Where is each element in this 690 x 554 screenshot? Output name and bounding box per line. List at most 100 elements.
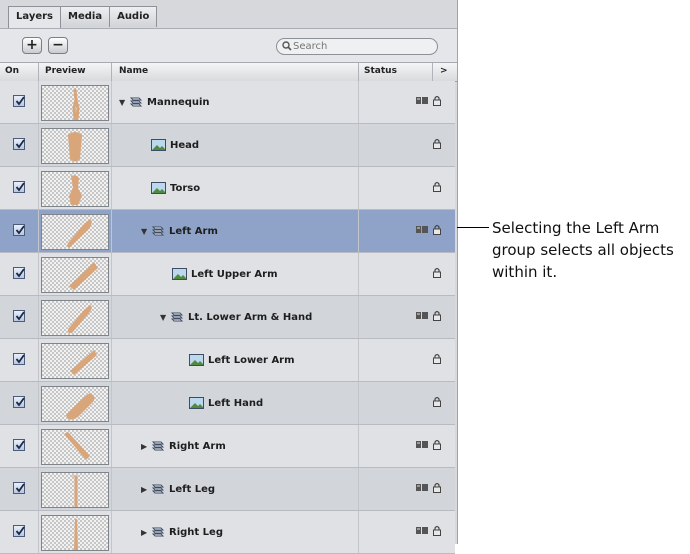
layer-name[interactable]: Left Hand — [208, 398, 263, 409]
preview-cell — [38, 124, 112, 166]
layers-panel: Layers Media Audio + − On Preview Name S… — [0, 0, 458, 554]
layer-name[interactable]: Left Lower Arm — [208, 355, 295, 366]
visibility-cell — [0, 124, 39, 166]
column-name[interactable]: Name — [119, 66, 148, 76]
magnifier-icon — [282, 41, 292, 51]
status-cell — [359, 339, 455, 381]
search-field[interactable] — [276, 38, 438, 55]
visibility-checkbox[interactable] — [13, 138, 25, 150]
checkmark-icon — [15, 397, 25, 407]
layer-stack-icon — [151, 527, 165, 537]
lock-icon[interactable] — [433, 482, 441, 493]
remove-layer-button[interactable]: − — [48, 37, 68, 54]
disclosure-closed-icon[interactable]: ▶ — [141, 485, 151, 494]
layer-name[interactable]: Right Leg — [169, 527, 223, 538]
layer-row[interactable]: ▼ Lt. Lower Arm & Hand — [0, 296, 455, 339]
lock-icon[interactable] — [433, 353, 441, 364]
checkmark-icon — [15, 440, 25, 450]
visibility-checkbox[interactable] — [13, 482, 25, 494]
preview-cell — [38, 425, 112, 467]
tab-audio[interactable]: Audio — [109, 6, 158, 27]
checkmark-icon — [15, 354, 25, 364]
lock-icon[interactable] — [433, 439, 441, 450]
layer-stack-icon — [151, 441, 165, 451]
disclosure-open-icon[interactable]: ▼ — [141, 227, 151, 236]
lock-icon[interactable] — [433, 224, 441, 235]
layer-name[interactable]: Lt. Lower Arm & Hand — [188, 312, 312, 323]
layer-name[interactable]: Right Arm — [169, 441, 226, 452]
preview-cell — [38, 339, 112, 381]
lock-icon[interactable] — [433, 95, 441, 106]
layer-name[interactable]: Left Arm — [169, 226, 218, 237]
lock-icon[interactable] — [433, 138, 441, 149]
column-status[interactable]: Status — [364, 66, 397, 76]
layer-row[interactable]: ▶ Left Leg — [0, 468, 455, 511]
layer-row[interactable]: ▼ Left Arm — [0, 210, 455, 253]
layer-thumbnail — [41, 257, 109, 293]
visibility-checkbox[interactable] — [13, 353, 25, 365]
visibility-checkbox[interactable] — [13, 267, 25, 279]
layer-row[interactable]: ▶ Right Leg — [0, 511, 455, 554]
column-on[interactable]: On — [5, 66, 19, 76]
visibility-cell — [0, 81, 39, 123]
status-cell — [359, 167, 455, 209]
layer-name[interactable]: Mannequin — [147, 97, 210, 108]
disclosure-open-icon[interactable]: ▼ — [160, 313, 170, 322]
layer-row[interactable]: Left Lower Arm — [0, 339, 455, 382]
group-status-icon — [416, 312, 428, 319]
group-status-icon — [416, 97, 428, 104]
status-cell — [359, 124, 455, 166]
visibility-checkbox[interactable] — [13, 525, 25, 537]
column-preview[interactable]: Preview — [45, 66, 86, 76]
visibility-checkbox[interactable] — [13, 224, 25, 236]
preview-cell — [38, 253, 112, 295]
disclosure-closed-icon[interactable]: ▶ — [141, 528, 151, 537]
preview-cell — [38, 81, 112, 123]
layer-name[interactable]: Left Upper Arm — [191, 269, 278, 280]
tab-media[interactable]: Media — [60, 6, 111, 27]
layer-stack-icon — [151, 226, 165, 236]
layer-thumbnail — [41, 515, 109, 551]
search-input[interactable] — [293, 39, 423, 53]
preview-cell — [38, 511, 112, 553]
name-cell: ▶ Right Arm — [112, 425, 359, 467]
lock-icon[interactable] — [433, 525, 441, 536]
visibility-cell — [0, 210, 39, 252]
visibility-checkbox[interactable] — [13, 439, 25, 451]
group-status-icon — [416, 226, 428, 233]
lock-icon[interactable] — [433, 310, 441, 321]
lock-icon[interactable] — [433, 181, 441, 192]
lock-icon[interactable] — [433, 396, 441, 407]
visibility-cell — [0, 382, 39, 424]
visibility-checkbox[interactable] — [13, 181, 25, 193]
layer-row[interactable]: Torso — [0, 167, 455, 210]
layer-row[interactable]: ▼ Mannequin — [0, 81, 455, 124]
tab-layers[interactable]: Layers — [8, 6, 61, 29]
name-cell: Left Hand — [112, 382, 359, 424]
layer-thumbnail — [41, 128, 109, 164]
visibility-checkbox[interactable] — [13, 95, 25, 107]
add-layer-button[interactable]: + — [22, 37, 42, 54]
visibility-checkbox[interactable] — [13, 310, 25, 322]
layer-row[interactable]: Left Hand — [0, 382, 455, 425]
preview-cell — [38, 167, 112, 209]
group-status-icon — [416, 527, 428, 534]
layer-name[interactable]: Head — [170, 140, 199, 151]
layer-row[interactable]: ▶ Right Arm — [0, 425, 455, 468]
layer-thumbnail — [41, 300, 109, 336]
column-more-button[interactable]: > — [440, 66, 448, 76]
layer-name[interactable]: Torso — [170, 183, 200, 194]
name-cell: ▶ Right Leg — [112, 511, 359, 553]
checkmark-icon — [15, 96, 25, 106]
layer-row[interactable]: Head — [0, 124, 455, 167]
checkmark-icon — [15, 225, 25, 235]
disclosure-open-icon[interactable]: ▼ — [119, 98, 129, 107]
layer-thumbnail — [41, 343, 109, 379]
layer-name[interactable]: Left Leg — [169, 484, 215, 495]
layer-row[interactable]: Left Upper Arm — [0, 253, 455, 296]
lock-icon[interactable] — [433, 267, 441, 278]
visibility-checkbox[interactable] — [13, 396, 25, 408]
status-cell — [359, 382, 455, 424]
visibility-cell — [0, 253, 39, 295]
disclosure-closed-icon[interactable]: ▶ — [141, 442, 151, 451]
